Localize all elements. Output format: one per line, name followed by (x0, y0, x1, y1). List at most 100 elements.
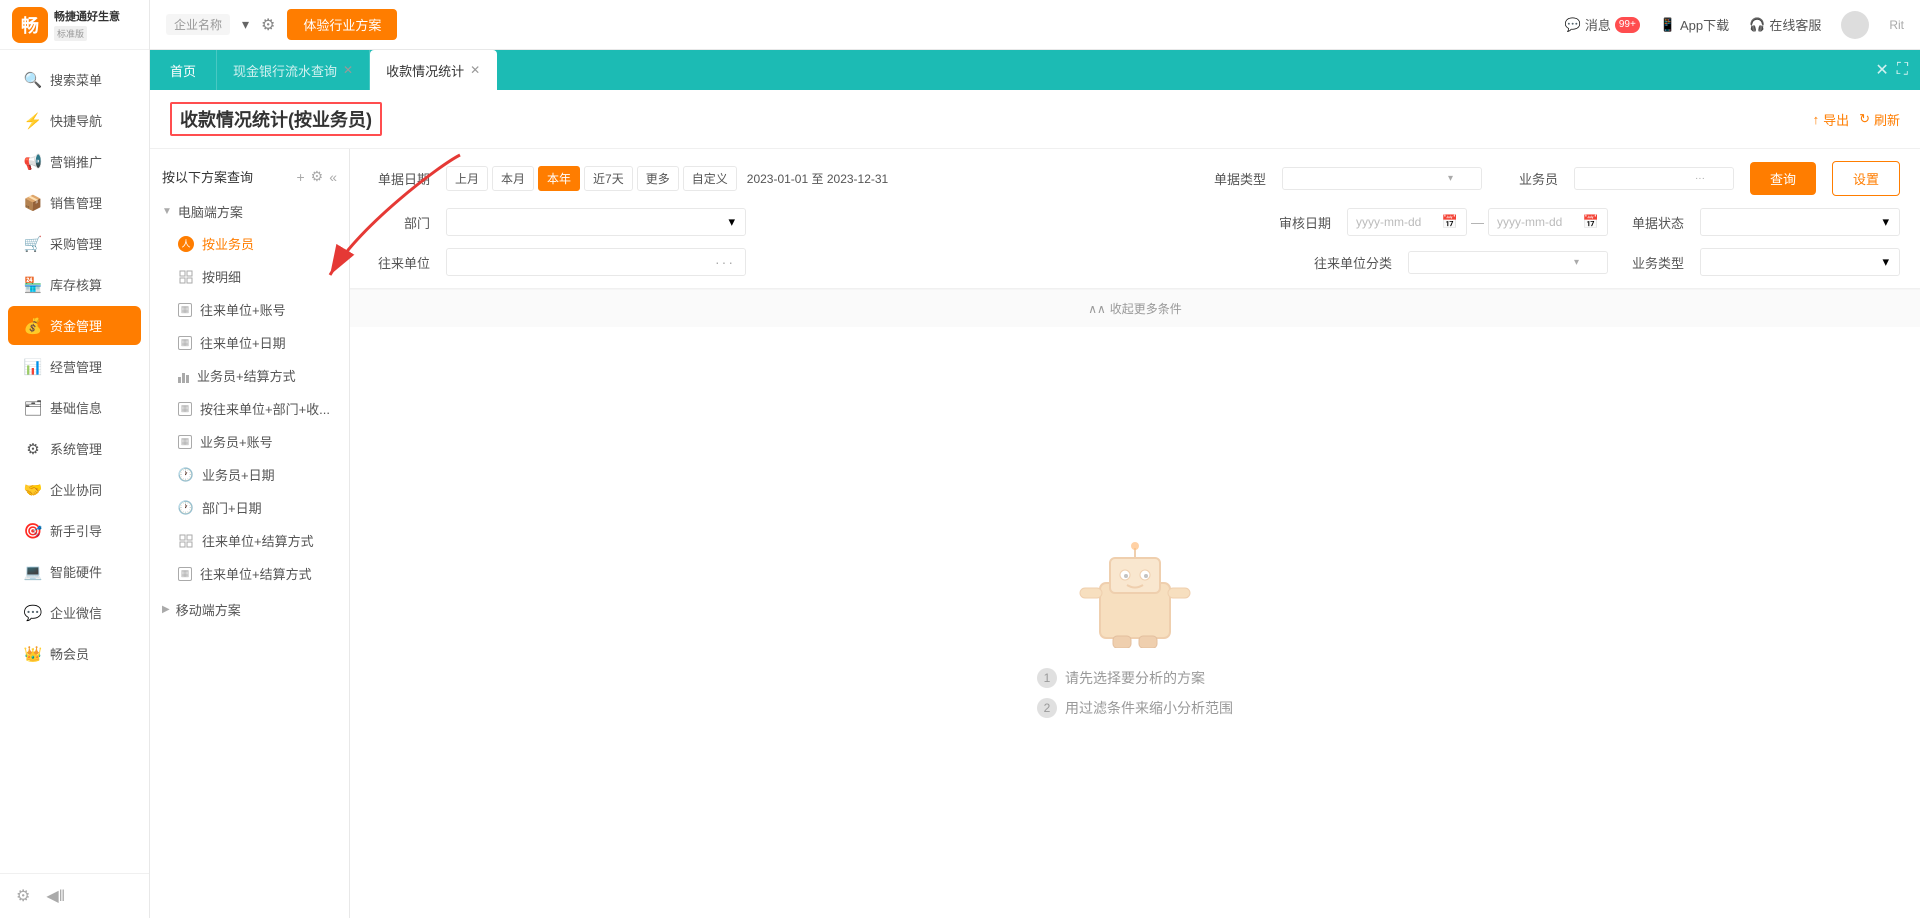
sidebar-item-quicknav[interactable]: ⚡ 快捷导航 (8, 101, 141, 140)
settings-button[interactable]: 设置 (1832, 161, 1900, 196)
footer-settings-icon[interactable]: ⚙ (16, 886, 30, 906)
salesperson-select[interactable]: ··· (1574, 167, 1734, 190)
sidebar-item-finance[interactable]: 💰 资金管理 (8, 306, 141, 345)
scheme-item-counterpart-date[interactable]: ▦ 往来单位+日期 (150, 326, 349, 359)
counterpart-input[interactable]: ··· (446, 248, 746, 276)
scheme-settings-icon[interactable]: ⚙ (311, 168, 324, 185)
solution-button[interactable]: 体验行业方案 (287, 9, 397, 40)
scheme-item-counterpart-account[interactable]: ▦ 往来单位+账号 (150, 293, 349, 326)
refresh-button[interactable]: ↻ 刷新 (1859, 110, 1900, 129)
scheme-item-by-detail[interactable]: 按明细 (150, 260, 349, 293)
home-tab-label: 首页 (170, 61, 196, 80)
dept-select[interactable]: ▾ (446, 208, 746, 236)
messages-btn[interactable]: 💬 消息 99+ (1565, 15, 1640, 34)
sidebar-item-marketing[interactable]: 📢 营销推广 (8, 142, 141, 181)
tab-collection[interactable]: 收款情况统计 ✕ (370, 50, 497, 90)
scheme-item-counterpart-settlement1[interactable]: 往来单位+结算方式 (150, 524, 349, 557)
salesperson-label: 业务员 (1498, 169, 1558, 188)
breadcrumb-dropdown[interactable]: ▾ (242, 16, 249, 33)
last-month-tab[interactable]: 上月 (446, 166, 488, 191)
logo-badge: 标准版 (54, 26, 87, 41)
user-avatar[interactable] (1841, 11, 1869, 39)
counterpart-settlement1-label: 往来单位+结算方式 (202, 531, 314, 550)
scheme-group-mobile-title[interactable]: ▶ 移动端方案 (150, 594, 349, 625)
sidebar-item-purchase[interactable]: 🛒 采购管理 (8, 224, 141, 263)
review-date-end-cal-icon: 📅 (1583, 214, 1599, 230)
tab-close-all-icon[interactable]: ✕ (1875, 60, 1888, 80)
scheme-add-icon[interactable]: + (296, 169, 304, 185)
custom-tab[interactable]: 自定义 (683, 166, 737, 191)
scheme-item-salesperson-settlement[interactable]: 业务员+结算方式 (150, 359, 349, 392)
nav-label-newbie: 新手引导 (50, 521, 102, 540)
tab-home[interactable]: 首页 (150, 50, 217, 90)
header-left: 企业名称 ▾ ⚙ 体验行业方案 (166, 9, 397, 40)
sidebar-item-inventory[interactable]: 🏪 库存核算 (8, 265, 141, 304)
scheme-item-counterpart-settlement2[interactable]: ▦ 往来单位+结算方式 (150, 557, 349, 590)
empty-illustration (1075, 528, 1195, 648)
biz-type-select[interactable]: ▾ (1700, 248, 1900, 276)
review-date-end-placeholder: yyyy-mm-dd (1497, 215, 1562, 229)
app-download-btn[interactable]: 📱 App下载 (1660, 15, 1729, 34)
salesperson-settlement-icon (178, 369, 189, 383)
online-service-label: 在线客服 (1769, 15, 1821, 34)
settings-gear-icon[interactable]: ⚙ (261, 15, 275, 35)
sidebar-item-member[interactable]: 👑 畅会员 (8, 634, 141, 673)
desktop-group-arrow: ▼ (162, 206, 172, 217)
scheme-item-salesperson-date[interactable]: 🕐 业务员+日期 (150, 458, 349, 491)
scheme-collapse-icon[interactable]: « (329, 169, 337, 185)
query-button[interactable]: 查询 (1750, 162, 1816, 195)
scheme-item-counterpart-dept-collection[interactable]: ▦ 按往来单位+部门+收... (150, 392, 349, 425)
sidebar-item-system[interactable]: ⚙ 系统管理 (8, 429, 141, 468)
sidebar-item-hardware[interactable]: 💻 智能硬件 (8, 552, 141, 591)
tip-text-2: 用过滤条件来缩小分析范围 (1065, 698, 1233, 718)
sidebar-item-newbie[interactable]: 🎯 新手引导 (8, 511, 141, 550)
date-tabs: 上月 本月 本年 近7天 更多 自定义 (446, 166, 737, 191)
nav-label-marketing: 营销推广 (50, 152, 102, 171)
collapse-up-icon: ∧∧ (1088, 302, 1106, 316)
nav-icon-hardware: 💻 (24, 563, 42, 581)
logo-area: 畅 畅捷通好生意 标准版 (0, 0, 149, 50)
nav-label-search: 搜索菜单 (50, 70, 102, 89)
mobile-group-label: 移动端方案 (176, 600, 241, 619)
doc-type-select[interactable]: ▾ (1282, 167, 1482, 190)
sidebar-item-basic[interactable]: 🗂 基础信息 (8, 388, 141, 427)
footer-collapse-icon[interactable]: ◀‖ (46, 886, 65, 906)
empty-state-area: 1 请先选择要分析的方案 2 用过滤条件来缩小分析范围 (350, 327, 1920, 918)
scheme-item-dept-date[interactable]: 🕐 部门+日期 (150, 491, 349, 524)
nav-icon-enterprise: 🤝 (24, 481, 42, 499)
counterpart-label: 往来单位 (370, 253, 430, 272)
nav-icon-purchase: 🛒 (24, 235, 42, 253)
sidebar-item-operation[interactable]: 📊 经营管理 (8, 347, 141, 386)
sidebar-item-wechat[interactable]: 💬 企业微信 (8, 593, 141, 632)
more-tab[interactable]: 更多 (637, 166, 679, 191)
single-status-select[interactable]: ▾ (1700, 208, 1900, 236)
messages-label: 消息 (1585, 15, 1611, 34)
scheme-item-by-salesperson[interactable]: 人 按业务员 (150, 227, 349, 260)
collapse-bar[interactable]: ∧∧ 收起更多条件 (350, 289, 1920, 327)
sidebar-item-search[interactable]: 🔍 搜索菜单 (8, 60, 141, 99)
sidebar-item-enterprise[interactable]: 🤝 企业协同 (8, 470, 141, 509)
sidebar-item-sales[interactable]: 📦 销售管理 (8, 183, 141, 222)
scheme-group-desktop-title[interactable]: ▼ 电脑端方案 (150, 196, 349, 227)
tab-fullscreen-icon[interactable]: ⛶ (1897, 61, 1908, 79)
salesperson-arrow: ··· (1695, 173, 1705, 184)
counterpart-ellipsis[interactable]: ··· (715, 254, 735, 270)
this-year-tab[interactable]: 本年 (538, 166, 580, 191)
review-date-start[interactable]: yyyy-mm-dd 📅 (1347, 208, 1467, 236)
nav-label-member: 畅会员 (50, 644, 89, 663)
tab-bank[interactable]: 现金银行流水查询 ✕ (217, 50, 370, 90)
review-date-end[interactable]: yyyy-mm-dd 📅 (1488, 208, 1608, 236)
counterpart-category-label: 往来单位分类 (1314, 253, 1392, 272)
this-month-tab[interactable]: 本月 (492, 166, 534, 191)
date-filter-control: 上月 本月 本年 近7天 更多 自定义 2023-01-01 至 2023-12… (446, 166, 892, 191)
nav-icon-system: ⚙ (24, 440, 42, 458)
filter-row-1: 单据日期 上月 本月 本年 近7天 更多 自定义 2023-01-01 至 (370, 161, 1900, 196)
online-service-btn[interactable]: 🎧 在线客服 (1749, 15, 1821, 34)
counterpart-category-select[interactable]: ▾ (1408, 251, 1608, 274)
export-button[interactable]: ↑ 导出 (1813, 110, 1850, 129)
doc-type-label: 单据类型 (1206, 169, 1266, 188)
last7-tab[interactable]: 近7天 (584, 166, 633, 191)
scheme-item-salesperson-account[interactable]: ▦ 业务员+账号 (150, 425, 349, 458)
collection-tab-close[interactable]: ✕ (470, 63, 480, 77)
bank-tab-close[interactable]: ✕ (343, 63, 353, 77)
